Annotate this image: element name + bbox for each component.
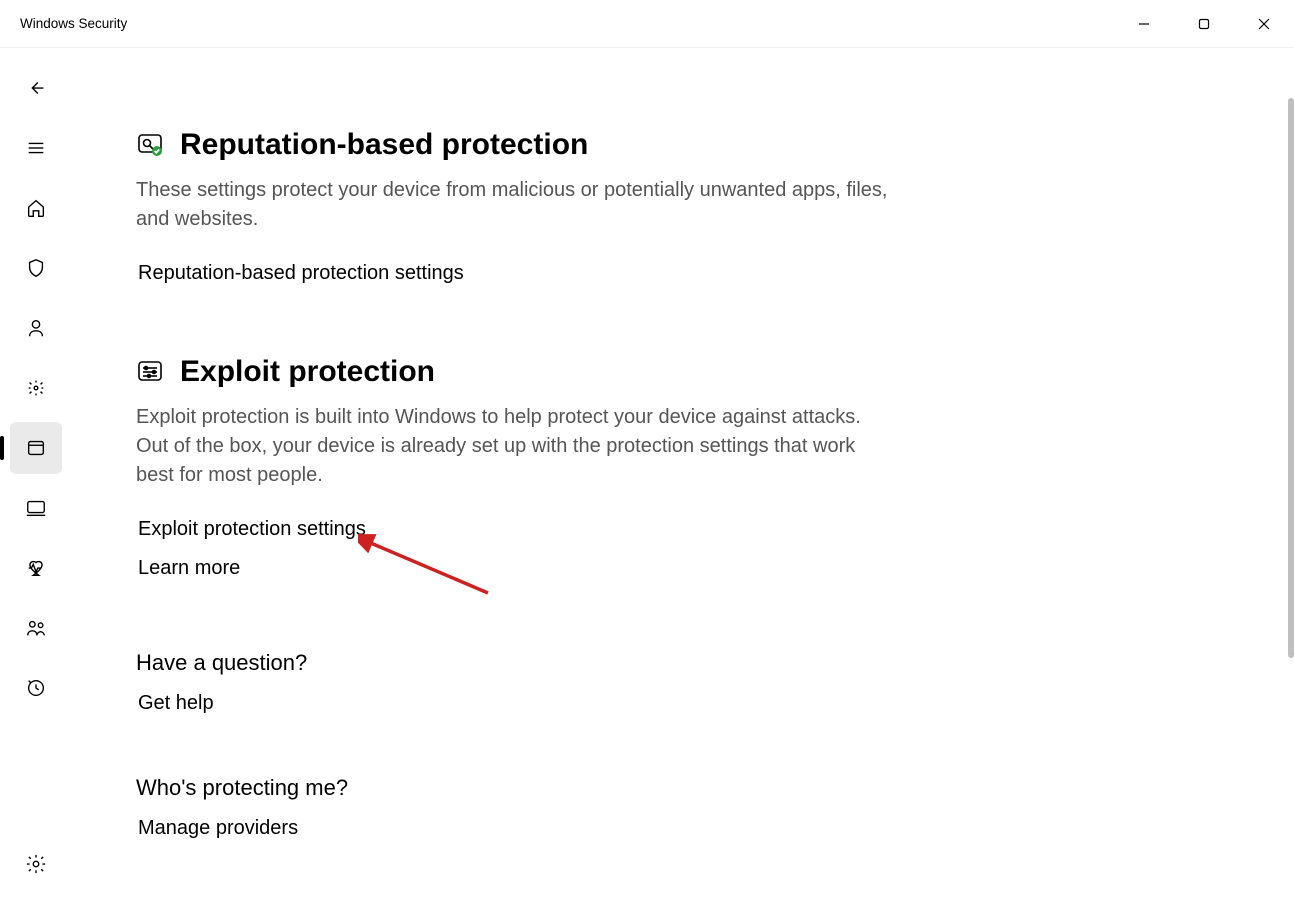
reputation-desc: These settings protect your device from … <box>136 176 896 234</box>
reputation-settings-link[interactable]: Reputation-based protection settings <box>138 262 896 285</box>
hamburger-button[interactable] <box>10 122 62 174</box>
reputation-title: Reputation-based protection <box>180 128 588 162</box>
family-icon <box>25 617 47 639</box>
device-icon <box>25 497 47 519</box>
reputation-icon <box>136 131 164 159</box>
titlebar: Windows Security <box>0 0 1294 48</box>
network-icon <box>25 377 47 399</box>
close-button[interactable] <box>1234 0 1294 47</box>
nav-rail <box>0 48 72 908</box>
back-icon <box>25 77 47 99</box>
nav-home[interactable] <box>10 182 62 234</box>
get-help-link[interactable]: Get help <box>138 692 896 715</box>
nav-virus-threat[interactable] <box>10 242 62 294</box>
nav-firewall[interactable] <box>10 362 62 414</box>
exploit-title: Exploit protection <box>180 355 435 389</box>
history-icon <box>25 677 47 699</box>
section-question: Have a question? Get help <box>136 650 896 715</box>
health-icon <box>25 557 47 579</box>
exploit-settings-link[interactable]: Exploit protection settings <box>138 518 896 541</box>
scrollbar[interactable] <box>1288 98 1294 658</box>
hamburger-icon <box>25 137 47 159</box>
protecting-title: Who's protecting me? <box>136 775 896 801</box>
shield-icon <box>25 257 47 279</box>
content-pane: Reputation-based protection These settin… <box>72 48 1294 908</box>
home-icon <box>25 197 47 219</box>
maximize-button[interactable] <box>1174 0 1234 47</box>
gear-icon <box>25 853 47 875</box>
section-reputation: Reputation-based protection These settin… <box>136 128 896 285</box>
nav-account[interactable] <box>10 302 62 354</box>
exploit-learn-more-link[interactable]: Learn more <box>138 557 896 580</box>
section-protecting: Who's protecting me? Manage providers <box>136 775 896 840</box>
manage-providers-link[interactable]: Manage providers <box>138 817 896 840</box>
nav-settings[interactable] <box>10 838 62 890</box>
app-browser-icon <box>25 437 47 459</box>
maximize-icon <box>1197 17 1211 31</box>
minimize-icon <box>1137 17 1151 31</box>
section-exploit: Exploit protection Exploit protection is… <box>136 355 896 580</box>
window-title: Windows Security <box>20 16 127 31</box>
nav-device-security[interactable] <box>10 482 62 534</box>
close-icon <box>1257 17 1271 31</box>
question-title: Have a question? <box>136 650 896 676</box>
nav-health[interactable] <box>10 542 62 594</box>
nav-history[interactable] <box>10 662 62 714</box>
minimize-button[interactable] <box>1114 0 1174 47</box>
window-controls <box>1114 0 1294 47</box>
person-icon <box>25 317 47 339</box>
exploit-desc: Exploit protection is built into Windows… <box>136 403 896 490</box>
nav-app-browser[interactable] <box>10 422 62 474</box>
exploit-icon <box>136 358 164 386</box>
nav-family[interactable] <box>10 602 62 654</box>
back-button[interactable] <box>10 62 62 114</box>
